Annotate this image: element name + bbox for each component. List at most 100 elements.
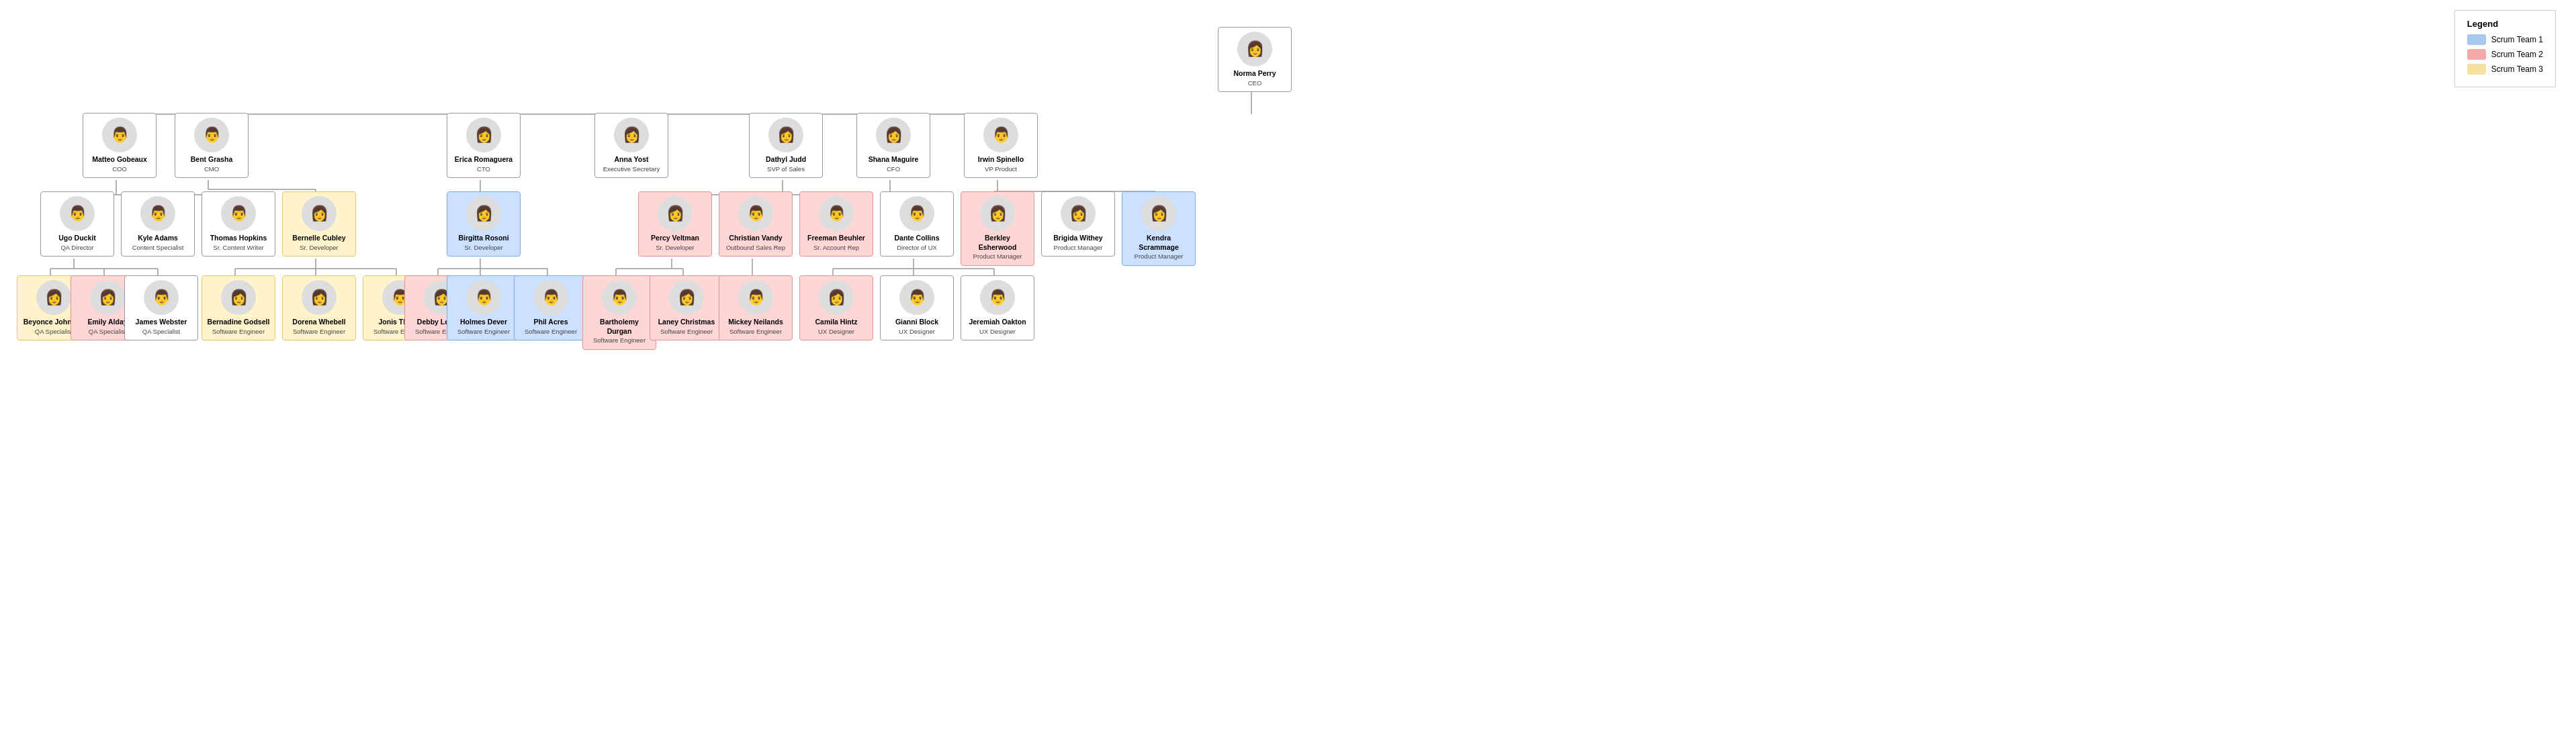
legend-label-1: Scrum Team 1 xyxy=(2491,35,2543,44)
title-brigida: Product Manager xyxy=(1054,244,1103,252)
node-birgitta[interactable]: 👩 Birgitta Rosoni Sr. Developer xyxy=(443,191,524,257)
node-matteo[interactable]: 👨 Matteo Gobeaux COO xyxy=(79,113,160,178)
avatar-ugo: 👨 xyxy=(60,196,95,231)
card-laney: 👩 Laney Christmas Software Engineer xyxy=(650,275,723,340)
title-christian: Outbound Sales Rep xyxy=(726,244,785,252)
avatar-bent: 👨 xyxy=(194,118,229,152)
name-thomas: Thomas Hopkins xyxy=(210,234,267,243)
avatar-percy: 👩 xyxy=(658,196,693,231)
name-ugo: Ugo Duckit xyxy=(58,234,95,243)
title-thomas: Sr. Content Writer xyxy=(213,244,263,252)
avatar-brigida: 👩 xyxy=(1061,196,1096,231)
avatar-gianni: 👨 xyxy=(899,280,934,315)
node-mickey[interactable]: 👨 Mickey Neilands Software Engineer xyxy=(715,275,796,340)
name-dorena: Dorena Whebell xyxy=(292,318,345,327)
node-freeman[interactable]: 👨 Freeman Beuhler Sr. Account Rep xyxy=(796,191,877,257)
node-berkley[interactable]: 👩 Berkley Esherwood Product Manager xyxy=(957,191,1038,266)
node-dathyl[interactable]: 👩 Dathyl Judd SVP of Sales xyxy=(746,113,826,178)
card-thomas: 👨 Thomas Hopkins Sr. Content Writer xyxy=(202,191,275,257)
node-james[interactable]: 👨 James Webster QA Specialist xyxy=(121,275,202,340)
legend-color-2 xyxy=(2467,49,2486,60)
name-jeremiah: Jeremiah Oakton xyxy=(969,318,1026,327)
node-dante[interactable]: 👨 Dante Collins Director of UX xyxy=(877,191,957,257)
title-jeremiah: UX Designer xyxy=(979,328,1016,336)
title-kendra: Product Manager xyxy=(1135,253,1184,261)
avatar-thomas: 👨 xyxy=(221,196,256,231)
card-freeman: 👨 Freeman Beuhler Sr. Account Rep xyxy=(799,191,873,257)
node-kendra[interactable]: 👩 Kendra Scrammage Product Manager xyxy=(1118,191,1199,266)
node-laney[interactable]: 👩 Laney Christmas Software Engineer xyxy=(646,275,727,340)
legend-color-3 xyxy=(2467,64,2486,75)
node-erica[interactable]: 👩 Erica Romaguera CTO xyxy=(443,113,524,178)
title-camila: UX Designer xyxy=(818,328,854,336)
card-brigida: 👩 Brigida Withey Product Manager xyxy=(1041,191,1115,257)
node-camila[interactable]: 👩 Camila Hintz UX Designer xyxy=(796,275,877,340)
avatar-berkley: 👩 xyxy=(980,196,1015,231)
title-erica: CTO xyxy=(477,165,490,173)
card-bernadine: 👩 Bernadine Godsell Software Engineer xyxy=(202,275,275,340)
node-jeremiah[interactable]: 👨 Jeremiah Oakton UX Designer xyxy=(957,275,1038,340)
node-thomas[interactable]: 👨 Thomas Hopkins Sr. Content Writer xyxy=(198,191,279,257)
card-ugo: 👨 Ugo Duckit QA Director xyxy=(40,191,114,257)
name-gianni: Gianni Block xyxy=(895,318,938,327)
title-laney: Software Engineer xyxy=(660,328,713,336)
legend-item-3: Scrum Team 3 xyxy=(2467,64,2543,75)
title-phil: Software Engineer xyxy=(525,328,577,336)
avatar-bernadine: 👩 xyxy=(221,280,256,315)
node-irwin[interactable]: 👨 Irwin Spinello VP Product xyxy=(961,113,1041,178)
node-bernelle[interactable]: 👩 Bernelle Cubley Sr. Developer xyxy=(279,191,359,257)
avatar-camila: 👩 xyxy=(819,280,854,315)
card-holmes: 👨 Holmes Dever Software Engineer xyxy=(447,275,521,340)
org-chart: Legend Scrum Team 1 Scrum Team 2 Scrum T… xyxy=(0,0,2576,732)
avatar-bartholemy: 👨 xyxy=(602,280,637,315)
card-bartholemy: 👨 Bartholemy Durgan Software Engineer xyxy=(582,275,656,350)
node-gianni[interactable]: 👨 Gianni Block UX Designer xyxy=(877,275,957,340)
name-shana: Shana Maguire xyxy=(869,155,919,165)
node-brigida[interactable]: 👩 Brigida Withey Product Manager xyxy=(1038,191,1118,257)
avatar-matteo: 👨 xyxy=(102,118,137,152)
legend-color-1 xyxy=(2467,34,2486,45)
title-bernelle: Sr. Developer xyxy=(300,244,339,252)
title-anna: Executive Secretary xyxy=(603,165,660,173)
avatar-beyonce: 👩 xyxy=(36,280,71,315)
avatar-mickey: 👨 xyxy=(738,280,773,315)
node-ugo[interactable]: 👨 Ugo Duckit QA Director xyxy=(37,191,118,257)
node-anna[interactable]: 👩 Anna Yost Executive Secretary xyxy=(591,113,672,178)
name-berkley: Berkley Esherwood xyxy=(965,234,1030,252)
avatar-dante: 👨 xyxy=(899,196,934,231)
avatar-irwin: 👨 xyxy=(983,118,1018,152)
card-dorena: 👩 Dorena Whebell Software Engineer xyxy=(282,275,356,340)
node-bent[interactable]: 👨 Bent Grasha CMO xyxy=(171,113,252,178)
name-matteo: Matteo Gobeaux xyxy=(92,155,147,165)
title-dathyl: SVP of Sales xyxy=(767,165,805,173)
node-dorena[interactable]: 👩 Dorena Whebell Software Engineer xyxy=(279,275,359,340)
title-berkley: Product Manager xyxy=(973,253,1022,261)
node-shana[interactable]: 👩 Shana Maguire CFO xyxy=(853,113,934,178)
avatar-shana: 👩 xyxy=(876,118,911,152)
legend: Legend Scrum Team 1 Scrum Team 2 Scrum T… xyxy=(2454,10,2556,87)
name-erica: Erica Romaguera xyxy=(455,155,513,165)
card-gianni: 👨 Gianni Block UX Designer xyxy=(880,275,954,340)
avatar-laney: 👩 xyxy=(669,280,704,315)
name-brigida: Brigida Withey xyxy=(1053,234,1102,243)
node-norma[interactable]: 👩 Norma Perry CEO xyxy=(1214,27,1295,92)
avatar-freeman: 👨 xyxy=(819,196,854,231)
title-ugo: QA Director xyxy=(60,244,93,252)
node-percy[interactable]: 👩 Percy Veltman Sr. Developer xyxy=(635,191,715,257)
card-norma: 👩 Norma Perry CEO xyxy=(1218,27,1292,92)
name-holmes: Holmes Dever xyxy=(460,318,507,327)
title-bent: CMO xyxy=(204,165,219,173)
avatar-james: 👨 xyxy=(144,280,179,315)
title-james: QA Specialist xyxy=(142,328,181,336)
card-irwin: 👨 Irwin Spinello VP Product xyxy=(964,113,1038,178)
node-bernadine[interactable]: 👩 Bernadine Godsell Software Engineer xyxy=(198,275,279,340)
card-anna: 👩 Anna Yost Executive Secretary xyxy=(594,113,668,178)
card-bent: 👨 Bent Grasha CMO xyxy=(175,113,249,178)
tree-container: 👩 Norma Perry CEO 👨 Matteo Gobeaux COO 👨… xyxy=(0,13,2576,732)
connector-lines xyxy=(0,13,2576,732)
node-christian[interactable]: 👨 Christian Vandy Outbound Sales Rep xyxy=(715,191,796,257)
avatar-anna: 👩 xyxy=(614,118,649,152)
node-kyle[interactable]: 👨 Kyle Adams Content Specialist xyxy=(118,191,198,257)
legend-title: Legend xyxy=(2467,19,2543,29)
card-dathyl: 👩 Dathyl Judd SVP of Sales xyxy=(749,113,823,178)
